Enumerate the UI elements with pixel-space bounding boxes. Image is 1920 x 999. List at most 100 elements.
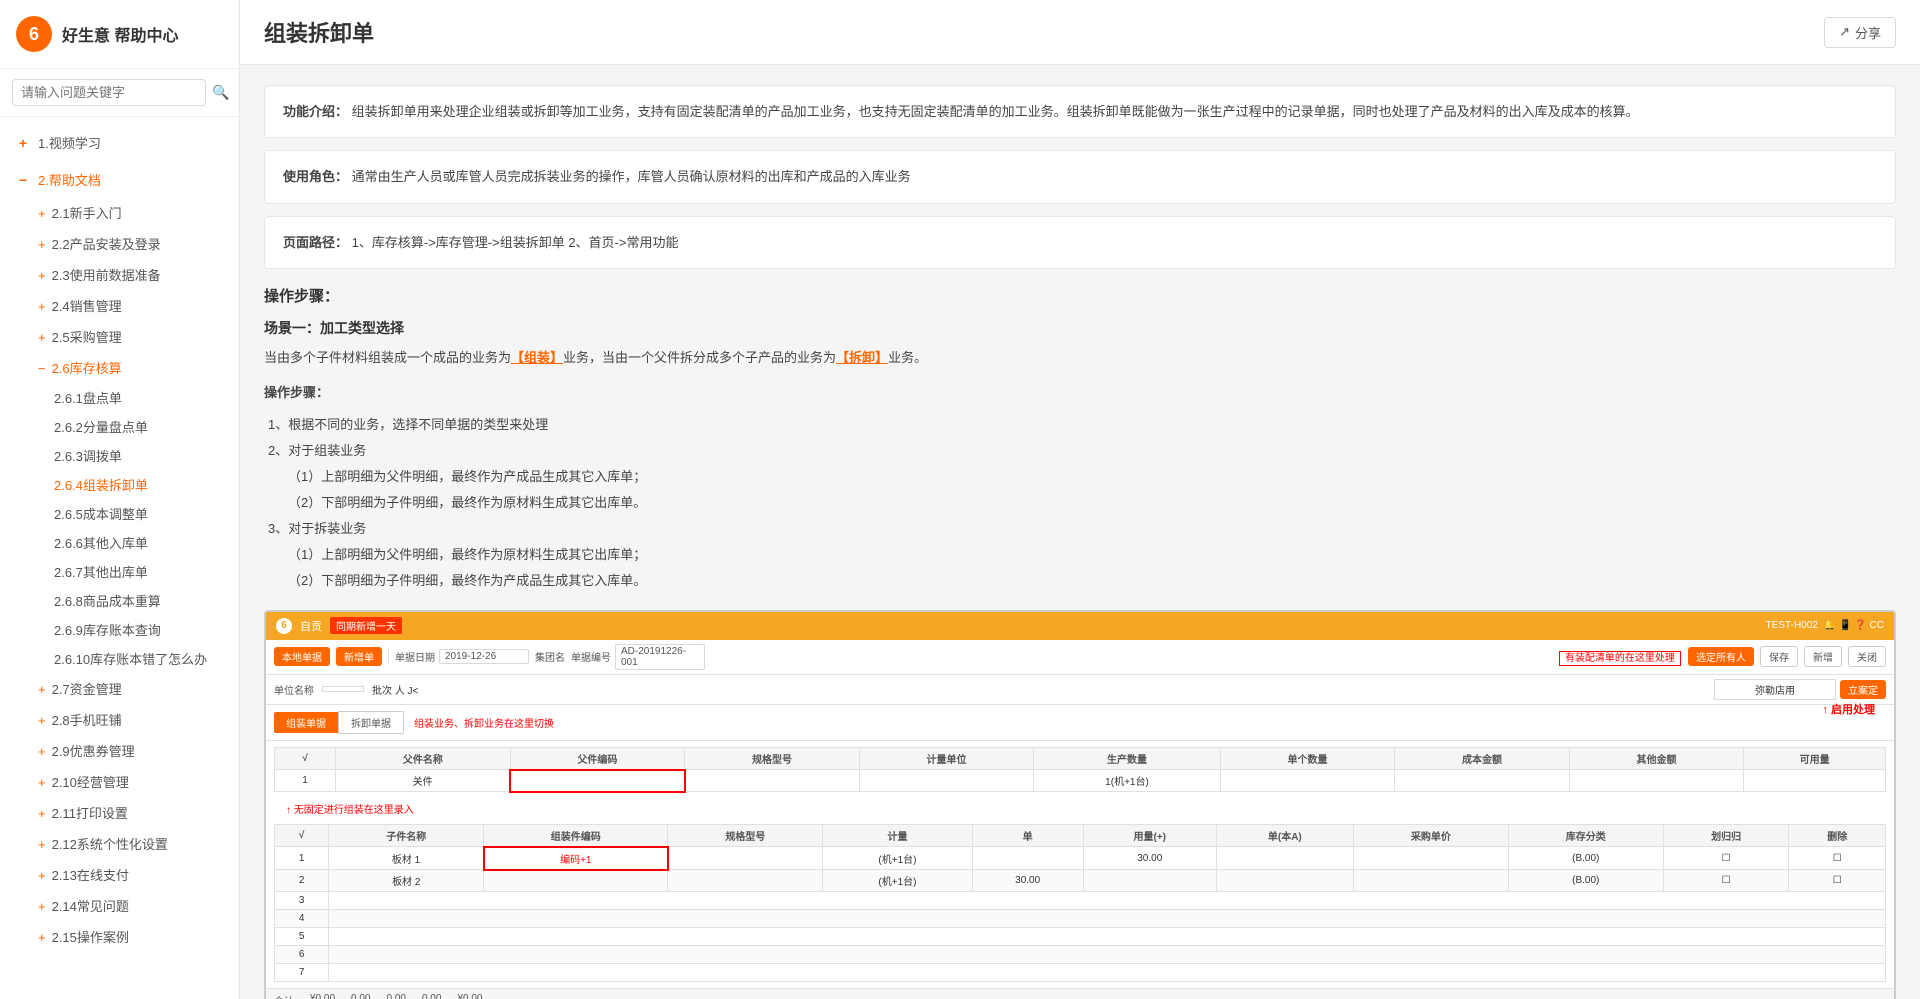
- mock-col-unit-qty: 单个数量: [1220, 747, 1395, 770]
- mock-r4-1: 4: [275, 910, 329, 928]
- mock-cell-9: [1569, 770, 1744, 792]
- mock-child-12: ☐: [1789, 847, 1886, 870]
- sidebar-item-payment[interactable]: +2.13在线支付: [38, 859, 239, 890]
- sidebar-item-cost-adj[interactable]: 2.6.5成本调整单: [54, 499, 239, 528]
- plus-icon: +: [38, 206, 46, 221]
- mock-col-return: 划归归: [1663, 824, 1789, 847]
- mock-cell-6: 1(机+1台): [1034, 770, 1220, 792]
- scenario1-desc: 当由多个子件材料组装成一个成品的业务为【组装】业务，当由一个父件拆分成多个子产品…: [264, 346, 1896, 371]
- highlight-assembly: 【组装】: [511, 350, 563, 365]
- steps-heading: 操作步骤：: [264, 381, 1896, 406]
- mock-child2-1: 2: [275, 870, 329, 892]
- sidebar-item-cases[interactable]: +2.15操作案例: [38, 921, 239, 952]
- sidebar-item-video[interactable]: + 1.视频学习: [0, 125, 239, 160]
- main-scrollable-content: 功能介绍： 组装拆卸单用来处理企业组装或拆卸等加工业务，支持有固定装配清单的产品…: [240, 65, 1920, 999]
- mock-assign-btn[interactable]: 选定所有人: [1688, 647, 1754, 666]
- sidebar-item-assembly[interactable]: 2.6.4组装拆卸单: [54, 470, 239, 499]
- plus-icon: +: [38, 899, 46, 914]
- mock-child2-6: 30.00: [972, 870, 1083, 892]
- sidebar-item-inventory[interactable]: −2.6库存核算: [38, 352, 239, 383]
- sidebar-item-finance[interactable]: +2.7资金管理: [38, 673, 239, 704]
- screenshot-container: 6 自贡 同期新增一天 TEST-H002 🔔 📱 ❓ CC 本地单据 新增单: [264, 610, 1896, 999]
- sidebar-item-data-prep[interactable]: +2.3使用前数据准备: [38, 259, 239, 290]
- sidebar-item-settings[interactable]: +2.12系统个性化设置: [38, 828, 239, 859]
- plus-icon: +: [38, 775, 46, 790]
- sidebar-item-docs[interactable]: − 2.帮助文档: [0, 162, 239, 197]
- sidebar-search-area: 🔍: [0, 69, 239, 117]
- plus-icon: +: [38, 930, 46, 945]
- table-row: 4: [275, 910, 1886, 928]
- mock-doc-value: AD-20191226-001: [615, 644, 705, 670]
- steps-list: 1、根据不同的业务，选择不同单据的类型来处理 2、对于组装业务 （1）上部明细为…: [268, 412, 1896, 594]
- mock-new2-btn[interactable]: 新增: [1804, 646, 1842, 667]
- mock-process-area: 有装配清单的在这里处理 选定所有人: [1559, 647, 1754, 666]
- table-row: 5: [275, 928, 1886, 946]
- share-button[interactable]: ↗ 分享: [1824, 17, 1896, 48]
- sidebar-item-purchase[interactable]: +2.5采购管理: [38, 321, 239, 352]
- sidebar-item-stockcheck2[interactable]: 2.6.2分量盘点单: [54, 412, 239, 441]
- path-label: 页面路径：: [283, 235, 348, 250]
- sidebar-item-faq[interactable]: +2.14常见问题: [38, 890, 239, 921]
- sidebar-item-inbound[interactable]: 2.6.6其他入库单: [54, 528, 239, 557]
- sidebar-item-print[interactable]: +2.11打印设置: [38, 797, 239, 828]
- sidebar-item-sales[interactable]: +2.4销售管理: [38, 290, 239, 321]
- table-row: 6: [275, 946, 1886, 964]
- sidebar-item-newuser[interactable]: +2.1新手入门: [38, 197, 239, 228]
- mock-new-btn[interactable]: 本地单据: [274, 647, 330, 666]
- mock-appid: TEST-H002: [1766, 620, 1818, 631]
- sidebar-item-stockcheck[interactable]: 2.6.1盘点单: [54, 383, 239, 412]
- mock-col-prod-qty: 生产数量: [1034, 747, 1220, 770]
- mock-save-btn[interactable]: 新增单: [336, 647, 382, 666]
- mock-apply-btn[interactable]: 立案定: [1840, 680, 1886, 699]
- mock-col-unit2: 计量: [823, 824, 972, 847]
- step-2: 2、对于组装业务: [268, 438, 1896, 464]
- sidebar-item-cost-recalc[interactable]: 2.6.8商品成本重算: [54, 586, 239, 615]
- mock-r4-rest: [329, 910, 1886, 928]
- mock-disassembly-tab[interactable]: 拆卸单据: [338, 711, 404, 734]
- mock-doc-field: 单据编号 AD-20191226-001: [571, 644, 705, 670]
- mock-col-pur-price: 采购单价: [1353, 824, 1508, 847]
- mock-logo: 6: [276, 618, 292, 634]
- nav-section-docs: − 2.帮助文档 +2.1新手入门 +2.2产品安装及登录 +2.3使用前数据准…: [0, 162, 239, 952]
- search-button[interactable]: 🔍: [212, 84, 229, 101]
- mock-assembly-tab[interactable]: 组装单据: [274, 712, 338, 733]
- logo-icon: 6: [16, 16, 52, 52]
- mock-date-value: 2019-12-26: [439, 649, 529, 664]
- table-row: 1 板材 1 编码+1 (机+1台) 30.00 (B.00): [275, 847, 1886, 870]
- sidebar: 6 好生意 帮助中心 🔍 + 1.视频学习 − 2.帮助文档 +2.1新手入门: [0, 0, 240, 999]
- sidebar-item-stock-fix[interactable]: 2.6.10库存账本错了怎么办: [54, 644, 239, 673]
- mock-child2-4: [668, 870, 823, 892]
- table-row: 1 关件 1(机+1台): [275, 770, 1886, 792]
- mock-cell-8: [1395, 770, 1570, 792]
- sidebar-item-transfer[interactable]: 2.6.3调拨单: [54, 441, 239, 470]
- sidebar-item-manage[interactable]: +2.10经营管理: [38, 766, 239, 797]
- mock-unit-label: 单位名称: [274, 682, 314, 697]
- mock-child-6: [972, 847, 1083, 870]
- search-input[interactable]: [12, 79, 206, 106]
- mock-save2-btn[interactable]: 保存: [1760, 646, 1798, 667]
- sidebar-item-outbound[interactable]: 2.6.7其他出库单: [54, 557, 239, 586]
- mock-r3-1: 3: [275, 892, 329, 910]
- mock-process-label: 有装配清单的在这里处理: [1559, 651, 1681, 666]
- mock-child-3: 编码+1: [484, 847, 668, 870]
- toolbar-divider: [388, 649, 389, 665]
- mock-enable-input: 弥勒店用: [1714, 679, 1836, 700]
- mock-close-btn[interactable]: 关闭: [1848, 646, 1886, 667]
- sidebar-item-stock-query[interactable]: 2.6.9库存账本查询: [54, 615, 239, 644]
- step-3-2: （2）下部明细为子件明细，最终作为产成品生成其它入库单。: [288, 568, 1896, 594]
- sidebar-item-mobile[interactable]: +2.8手机旺铺: [38, 704, 239, 735]
- sidebar-item-coupon[interactable]: +2.9优惠券管理: [38, 735, 239, 766]
- mock-col-spec2: 规格型号: [668, 824, 823, 847]
- mock-r3-rest: [329, 892, 1886, 910]
- sidebar-item-install[interactable]: +2.2产品安装及登录: [38, 228, 239, 259]
- role-text: 通常由生产人员或库管人员完成拆装业务的操作，库管人员确认原材料的出库和产成品的入…: [352, 169, 911, 184]
- mock-footer-val1: ¥0.00: [310, 993, 335, 999]
- sidebar-logo: 6 好生意 帮助中心: [0, 0, 239, 69]
- mock-new-doc-btn[interactable]: 同期新增一天: [330, 617, 402, 634]
- step-3-1: （1）上部明细为父件明细，最终作为原材料生成其它出库单；: [288, 542, 1896, 568]
- main-header: 组装拆卸单 ↗ 分享: [240, 0, 1920, 65]
- mock-annotation-nofixed: ↑ 无固定进行组装在这里录入: [266, 799, 1894, 818]
- mock-toolbar: 本地单据 新增单 单据日期 2019-12-26 集团名 单据编号 AD-201: [266, 640, 1894, 675]
- mock-cell-7: [1220, 770, 1395, 792]
- sidebar-item-label: 2.帮助文档: [38, 170, 101, 189]
